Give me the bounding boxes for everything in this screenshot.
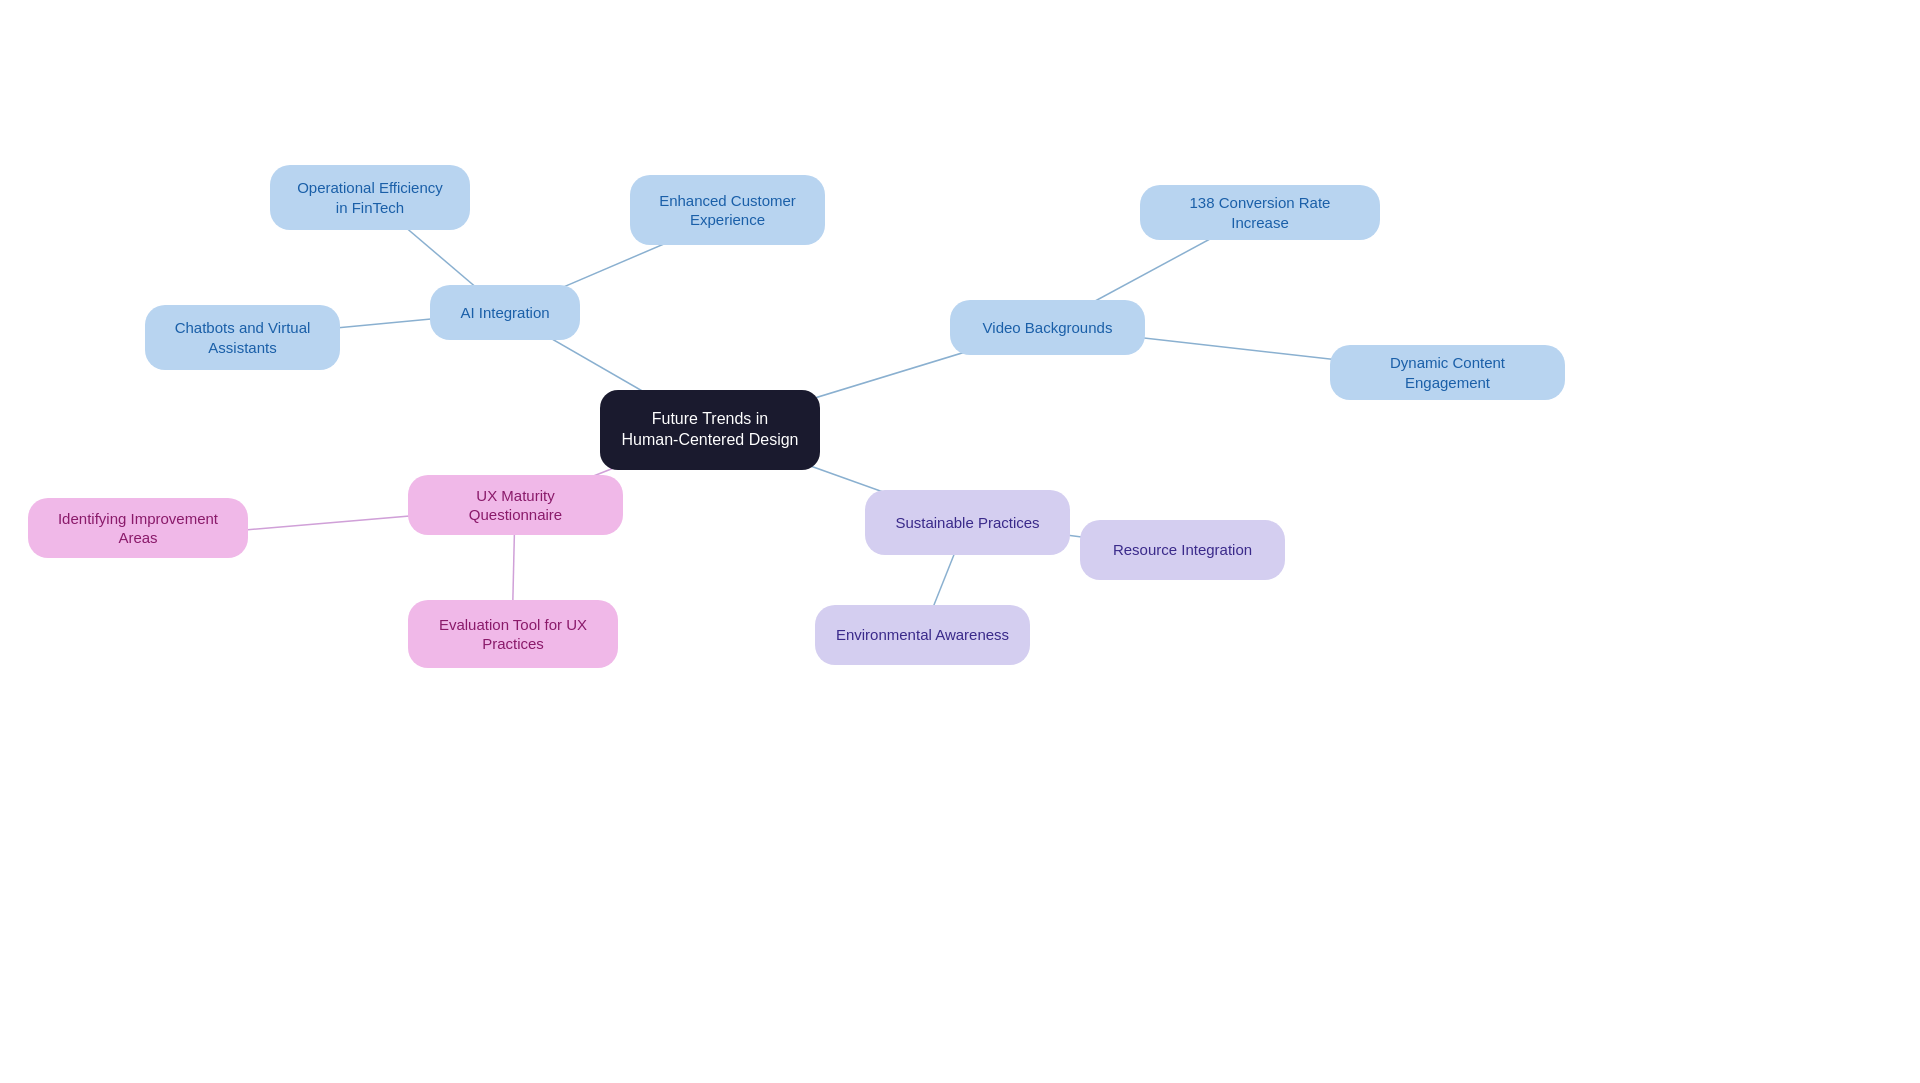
ai-integration-node: AI Integration — [430, 285, 580, 340]
environmental-awareness-node: Environmental Awareness — [815, 605, 1030, 665]
conversion-rate-node: 138 Conversion Rate Increase — [1140, 185, 1380, 240]
sustainable-practices-node: Sustainable Practices — [865, 490, 1070, 555]
chatbots-node: Chatbots and Virtual Assistants — [145, 305, 340, 370]
identifying-improvement-node: Identifying Improvement Areas — [28, 498, 248, 558]
resource-integration-node: Resource Integration — [1080, 520, 1285, 580]
dynamic-content-node: Dynamic Content Engagement — [1330, 345, 1565, 400]
center-label: Future Trends inHuman-Centered Design — [622, 409, 799, 451]
video-backgrounds-node: Video Backgrounds — [950, 300, 1145, 355]
operational-efficiency-node: Operational Efficiency in FinTech — [270, 165, 470, 230]
center-node: Future Trends inHuman-Centered Design — [600, 390, 820, 470]
enhanced-customer-node: Enhanced Customer Experience — [630, 175, 825, 245]
ux-maturity-node: UX Maturity Questionnaire — [408, 475, 623, 535]
evaluation-tool-node: Evaluation Tool for UX Practices — [408, 600, 618, 668]
